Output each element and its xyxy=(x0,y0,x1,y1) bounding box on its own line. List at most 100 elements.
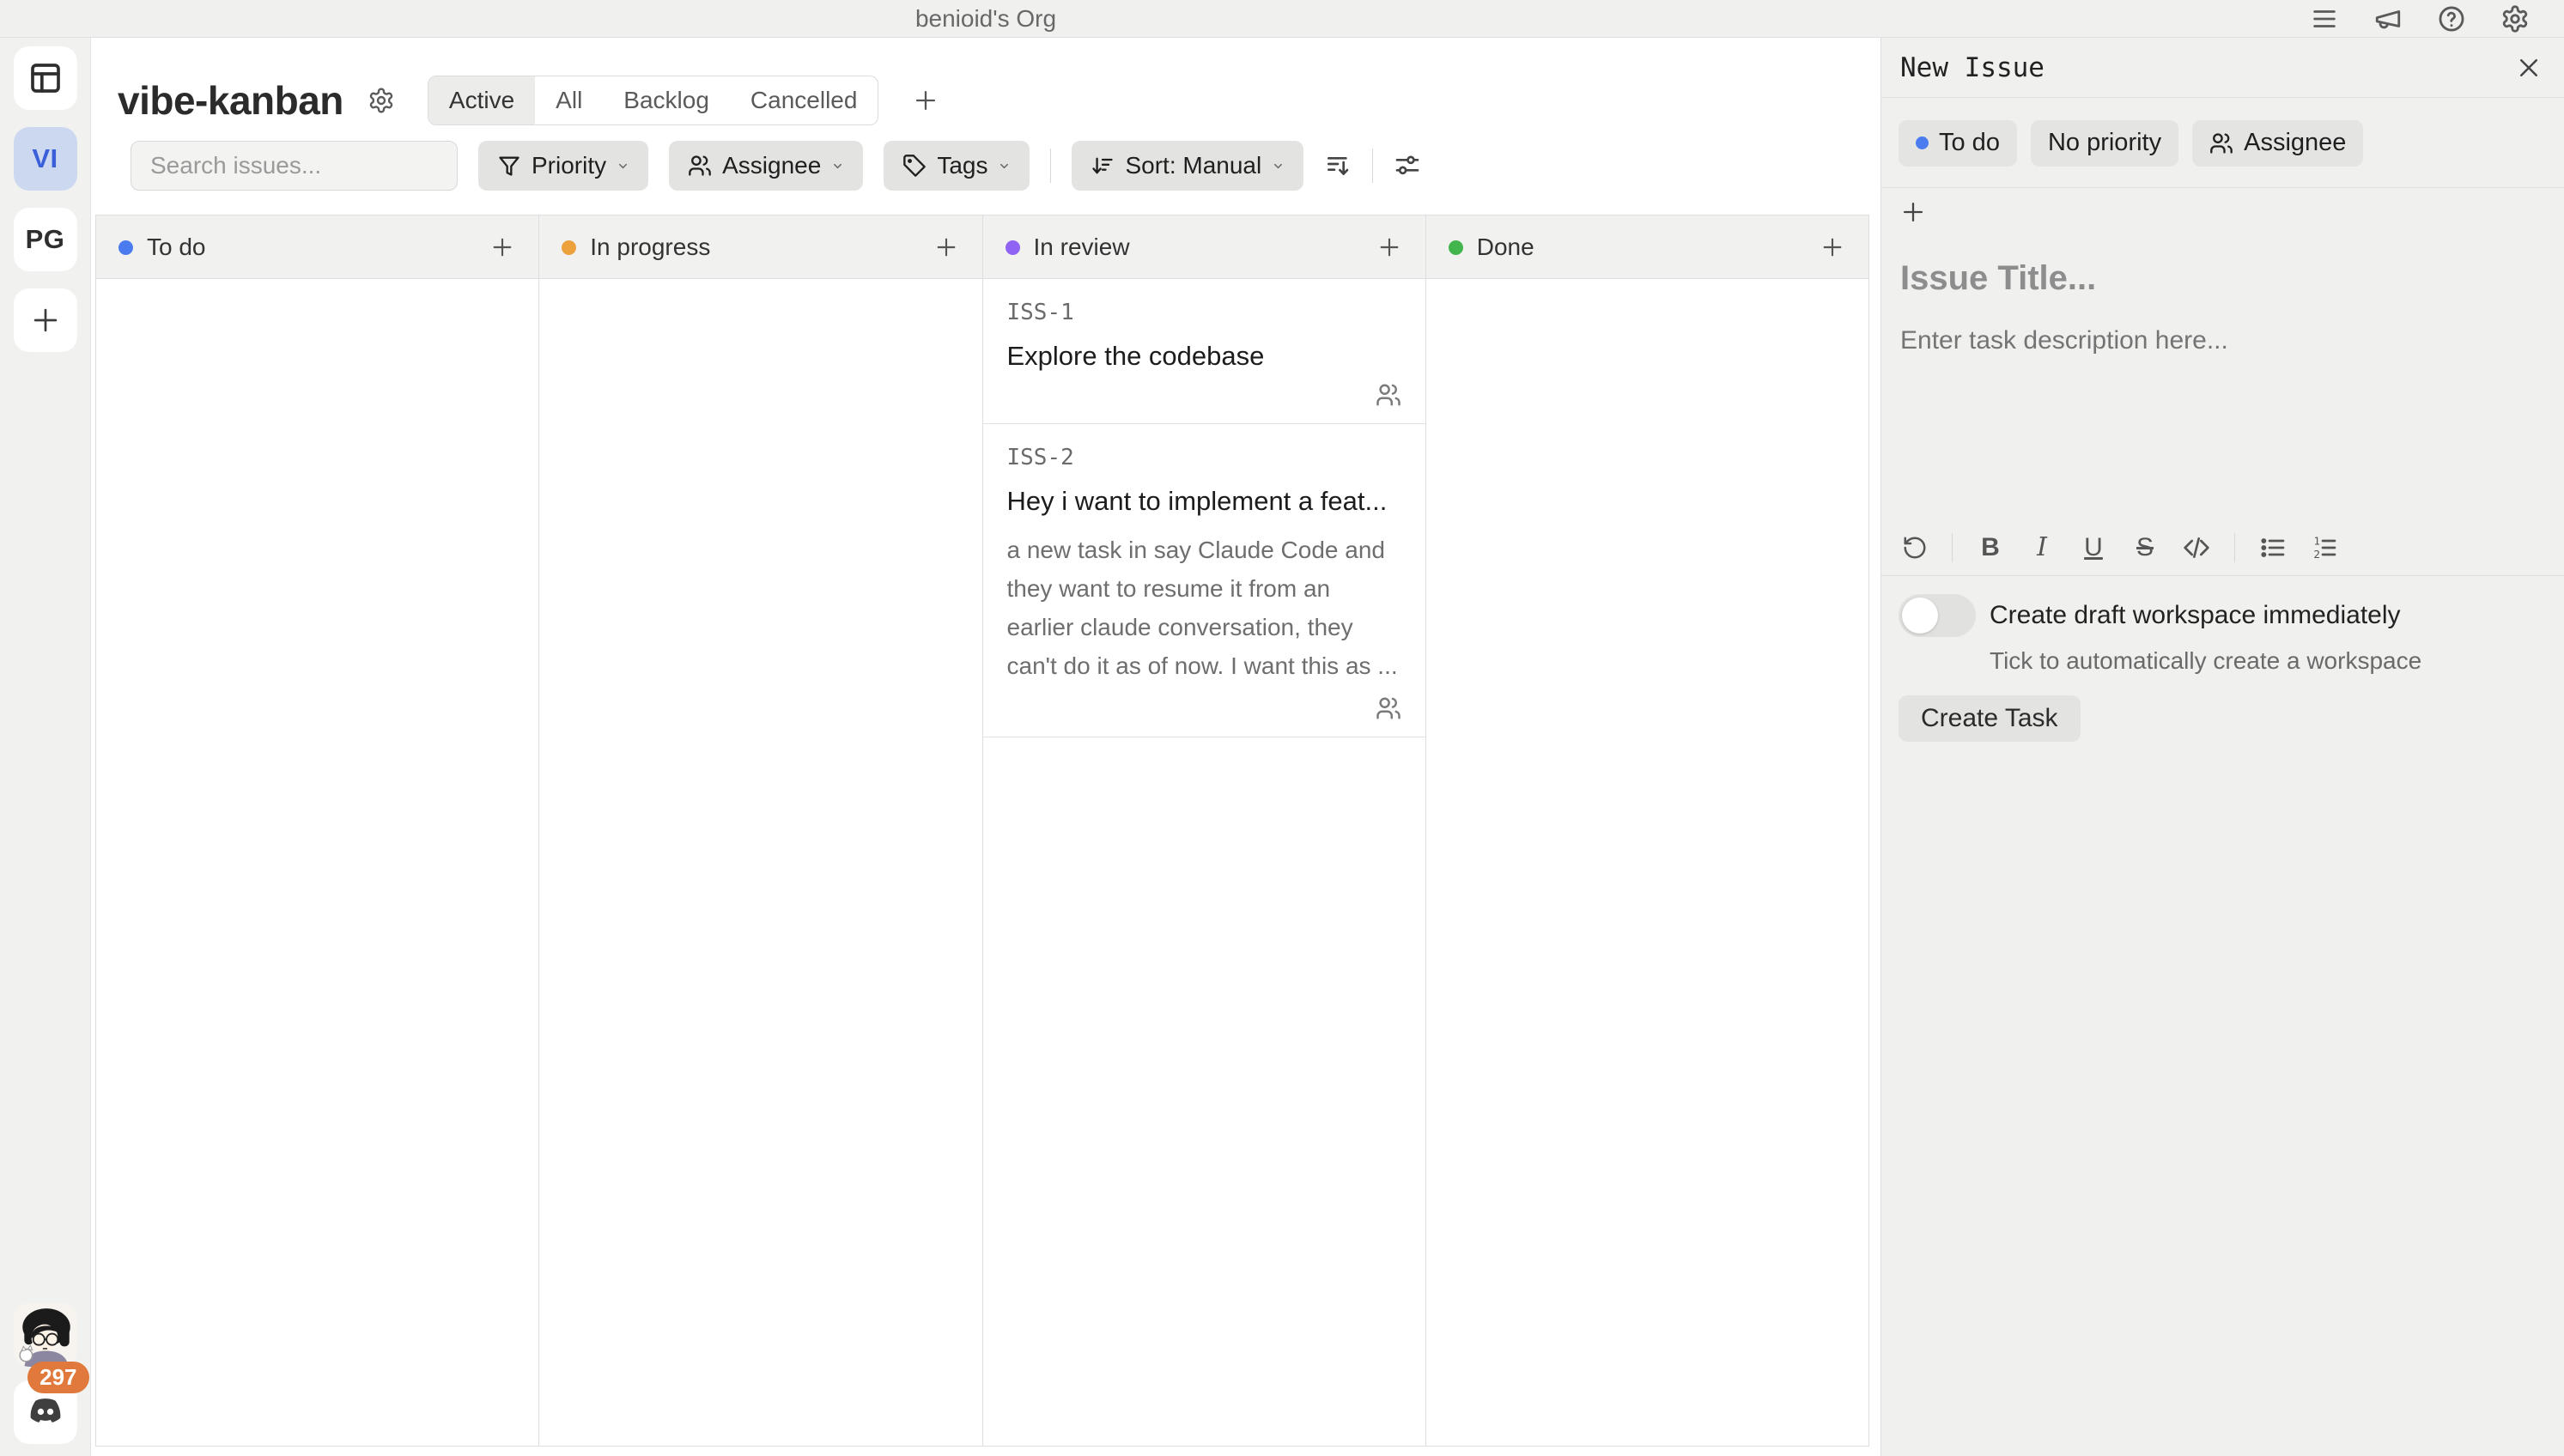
add-property-button[interactable] xyxy=(1899,197,1928,227)
chevron-down-icon xyxy=(617,160,629,173)
toggle-label: Create draft workspace immediately xyxy=(1990,601,2401,630)
toggle-knob xyxy=(1902,598,1938,634)
display-options-button[interactable] xyxy=(1394,152,1421,179)
divider xyxy=(1952,533,1953,562)
issue-title: Explore the codebase xyxy=(1007,341,1401,372)
chevron-down-icon xyxy=(998,160,1011,173)
add-view-button[interactable] xyxy=(911,86,940,115)
status-dot-todo xyxy=(1916,136,1929,149)
project-settings-gear-icon[interactable] xyxy=(368,87,395,114)
divider xyxy=(1372,149,1373,183)
status-chip[interactable]: To do xyxy=(1899,120,2017,167)
sidebar-home-button[interactable] xyxy=(14,46,77,110)
editor-toolbar: B I U S 12 xyxy=(1881,519,2564,576)
status-dot-done xyxy=(1449,240,1463,255)
issue-id: ISS-2 xyxy=(1007,445,1401,470)
workspace-pg-label: PG xyxy=(26,224,65,255)
add-card-button-done[interactable] xyxy=(1819,234,1846,261)
svg-text:1: 1 xyxy=(2313,534,2320,547)
people-icon xyxy=(1376,695,1401,721)
sidebar-workspace-pg[interactable]: PG xyxy=(14,208,77,271)
divider xyxy=(1050,149,1051,183)
search-input[interactable] xyxy=(131,141,458,191)
help-icon[interactable] xyxy=(2437,4,2466,33)
priority-chip[interactable]: No priority xyxy=(2031,120,2178,167)
people-icon xyxy=(688,154,712,178)
priority-chip-label: No priority xyxy=(2048,129,2161,157)
tab-backlog[interactable]: Backlog xyxy=(603,76,730,124)
assignee-filter-label: Assignee xyxy=(722,152,821,179)
issue-card[interactable]: ISS-2 Hey i want to implement a feat... … xyxy=(983,424,1425,737)
assignee-chip-label: Assignee xyxy=(2244,129,2346,157)
workspace-vi-label: VI xyxy=(32,143,58,174)
chevron-down-icon xyxy=(1272,160,1285,173)
funnel-icon xyxy=(497,154,521,178)
bullet-list-icon[interactable] xyxy=(2259,534,2287,561)
numbered-list-icon[interactable]: 12 xyxy=(2311,534,2338,561)
org-name: benioid's Org xyxy=(91,0,1880,38)
status-dot-in-review xyxy=(1006,240,1020,255)
priority-filter-label: Priority xyxy=(532,152,606,179)
column-body-todo xyxy=(96,279,538,1446)
tab-cancelled[interactable]: Cancelled xyxy=(730,76,878,124)
plus-icon xyxy=(29,304,62,337)
divider xyxy=(2234,533,2235,562)
chevron-down-icon xyxy=(831,160,844,173)
add-card-button-todo[interactable] xyxy=(489,234,516,261)
issue-description-input[interactable]: Enter task description here... xyxy=(1900,326,2228,355)
panel-title: New Issue xyxy=(1900,52,2045,83)
underline-button[interactable]: U xyxy=(2080,533,2107,562)
sort-label: Sort: Manual xyxy=(1125,152,1261,179)
sort-button[interactable]: Sort: Manual xyxy=(1072,141,1303,191)
sidebar-workspace-vi[interactable]: VI xyxy=(14,127,77,191)
kanban-board: To do In progress In rev xyxy=(95,215,1869,1447)
column-title-done: Done xyxy=(1477,234,1534,261)
priority-filter-button[interactable]: Priority xyxy=(478,141,648,191)
tags-filter-label: Tags xyxy=(937,152,987,179)
app-sidebar: VI PG 29 xyxy=(0,38,91,1456)
menu-icon[interactable] xyxy=(2310,4,2339,33)
code-icon[interactable] xyxy=(2183,534,2210,561)
tab-all[interactable]: All xyxy=(535,76,603,124)
assignee-filter-button[interactable]: Assignee xyxy=(669,141,863,191)
discord-notification-badge: 297 xyxy=(27,1362,88,1393)
tab-active[interactable]: Active xyxy=(428,76,535,124)
people-icon xyxy=(1376,382,1401,408)
column-title-in-progress: In progress xyxy=(590,234,710,261)
column-body-in-review: ISS-1 Explore the codebase ISS-2 Hey i w… xyxy=(982,279,1425,1446)
close-icon[interactable] xyxy=(2516,55,2542,81)
settings-gear-icon[interactable] xyxy=(2500,4,2530,33)
sidebar-add-workspace-button[interactable] xyxy=(14,288,77,352)
tags-filter-button[interactable]: Tags xyxy=(884,141,1030,191)
create-workspace-toggle[interactable] xyxy=(1899,594,1976,637)
undo-icon[interactable] xyxy=(1902,535,1928,561)
user-avatar[interactable] xyxy=(14,1303,77,1367)
column-body-done xyxy=(1425,279,1868,1446)
issue-title-input[interactable]: Issue Title... xyxy=(1900,259,2096,298)
add-card-button-in-progress[interactable] xyxy=(933,234,960,261)
create-task-button[interactable]: Create Task xyxy=(1899,695,2081,742)
people-icon xyxy=(2209,131,2233,155)
add-card-button-in-review[interactable] xyxy=(1376,234,1403,261)
discord-icon xyxy=(26,1392,65,1432)
tag-icon xyxy=(902,154,927,178)
issue-title: Hey i want to implement a feat... xyxy=(1007,486,1401,517)
top-bar: benioid's Org xyxy=(0,0,2564,38)
sort-direction-button[interactable] xyxy=(1324,152,1352,179)
sort-icon xyxy=(1091,154,1115,178)
status-chip-label: To do xyxy=(1939,129,2000,157)
assignee-chip[interactable]: Assignee xyxy=(2192,120,2363,167)
discord-button[interactable]: 297 xyxy=(14,1380,77,1444)
issue-id: ISS-1 xyxy=(1007,300,1401,325)
status-dot-todo xyxy=(118,240,133,255)
status-dot-in-progress xyxy=(562,240,576,255)
issue-card[interactable]: ISS-1 Explore the codebase xyxy=(983,279,1425,424)
italic-button[interactable]: I xyxy=(2028,532,2056,562)
page-title: vibe-kanban xyxy=(118,77,343,124)
column-title-in-review: In review xyxy=(1034,234,1130,261)
board-main-area: vibe-kanban Active All Backlog Cancelled… xyxy=(91,38,1880,1456)
strikethrough-button[interactable]: S xyxy=(2131,533,2159,562)
bold-button[interactable]: B xyxy=(1977,533,2004,562)
toggle-hint: Tick to automatically create a workspace xyxy=(1990,647,2421,675)
announcements-icon[interactable] xyxy=(2373,4,2403,33)
